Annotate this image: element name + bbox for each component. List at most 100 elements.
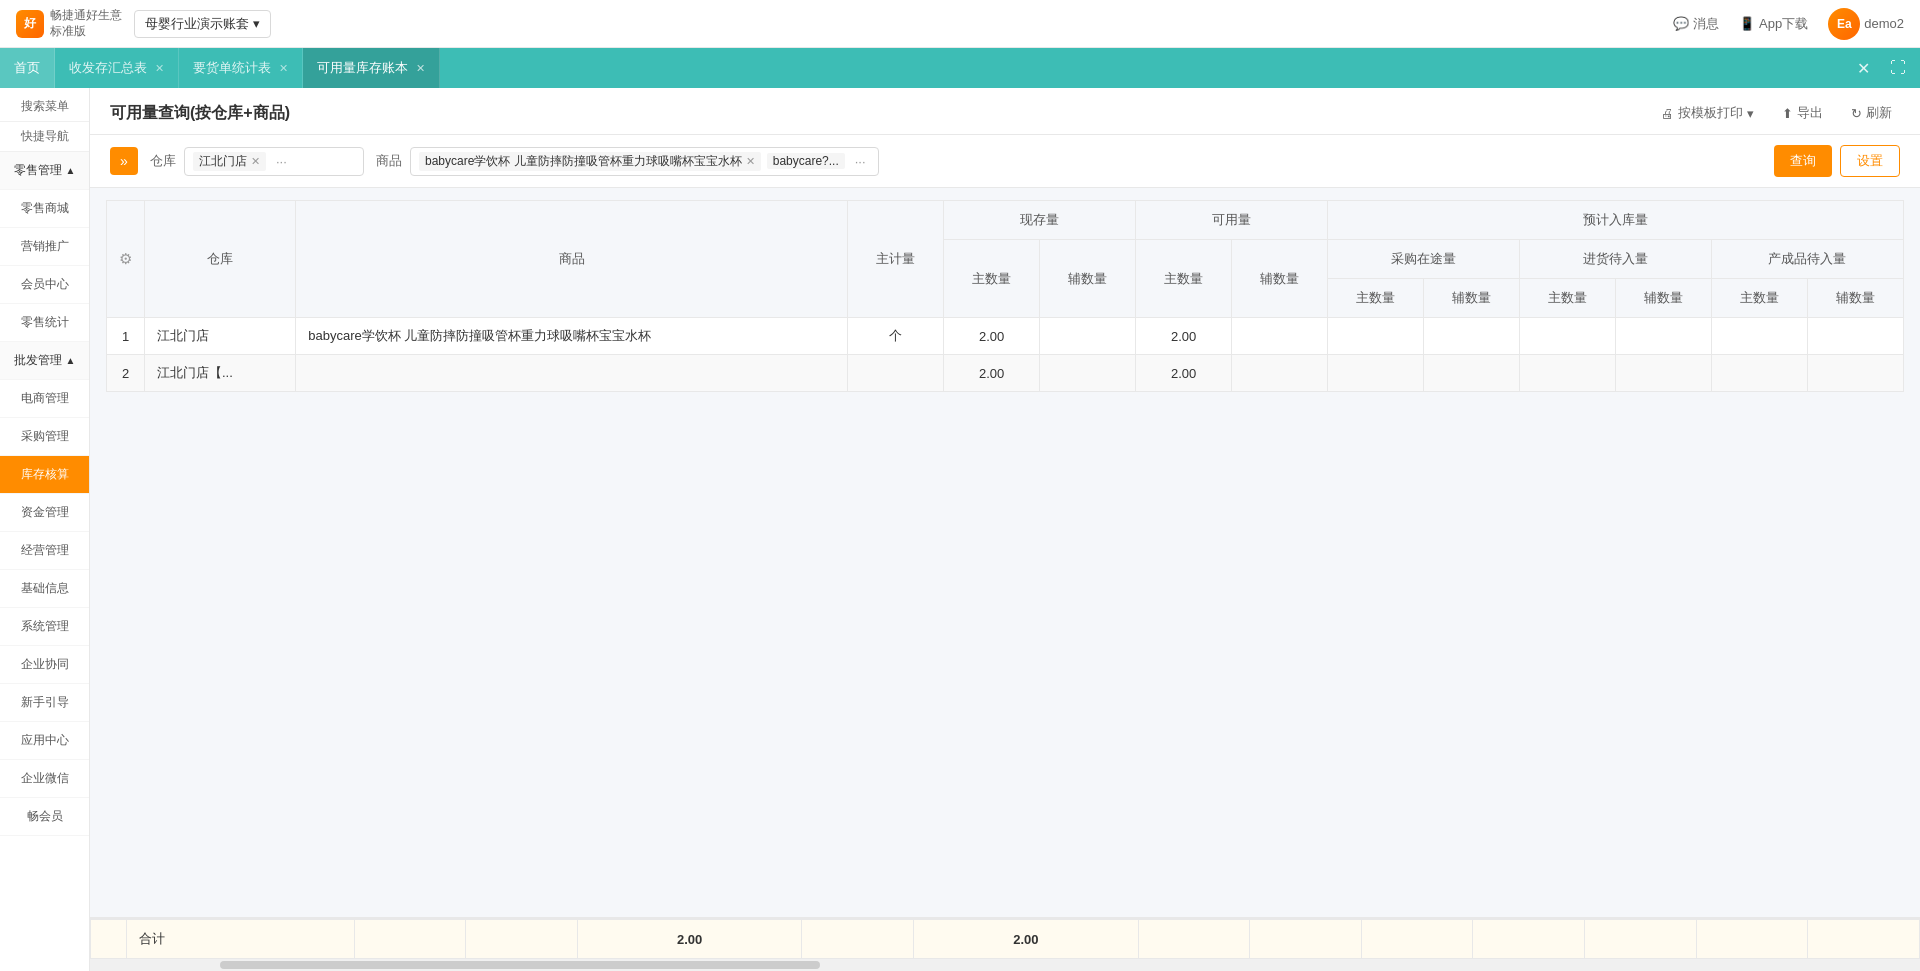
col-incoming-aux: 辅数量	[1615, 279, 1711, 318]
footer-available-aux	[1138, 920, 1250, 959]
col-product-incoming-header: 产成品待入量	[1711, 240, 1903, 279]
table-area[interactable]: ⚙ 仓库 商品 主计量 现存量 可用量 预计入库量 主数量 辅数量 主数量 辅数…	[90, 188, 1920, 917]
page-actions: 🖨 按模板打印 ▾ ⬆ 导出 ↻ 刷新	[1653, 100, 1900, 126]
warehouse-input[interactable]: 江北门店 ✕ ···	[184, 147, 364, 176]
sidebar-item-member-center[interactable]: 会员中心	[0, 266, 89, 304]
tab-close-icon[interactable]: ✕	[279, 62, 288, 75]
footer-empty-1	[91, 920, 127, 959]
top-bar-right: 💬 消息 📱 App下载 Ea demo2	[1673, 8, 1904, 40]
row-current-main: 2.00	[944, 318, 1040, 355]
footer-row: 合计 2.00 2.00	[91, 920, 1920, 959]
sidebar-item-wholesale[interactable]: 批发管理 ▲	[0, 342, 89, 380]
col-available-main: 主数量	[1136, 240, 1232, 318]
settings-button[interactable]: 设置	[1840, 145, 1900, 177]
query-button[interactable]: 查询	[1774, 145, 1832, 177]
row-index: 2	[107, 355, 145, 392]
sidebar-item-inventory[interactable]: 库存核算	[0, 456, 89, 494]
product-label: 商品	[376, 152, 402, 170]
sidebar-item-purchase[interactable]: 采购管理	[0, 418, 89, 456]
expand-icon: ▲	[66, 165, 76, 176]
sidebar-item-operations[interactable]: 经营管理	[0, 532, 89, 570]
sidebar-item-wechat[interactable]: 企业微信	[0, 760, 89, 798]
sidebar-item-marketing[interactable]: 营销推广	[0, 228, 89, 266]
industry-selector[interactable]: 母婴行业演示账套 ▾	[134, 10, 271, 38]
warehouse-label: 仓库	[150, 152, 176, 170]
tab-close-all-icon[interactable]: ✕	[1851, 57, 1876, 80]
sidebar-item-retail-stats[interactable]: 零售统计	[0, 304, 89, 342]
chevron-down-icon: ▾	[253, 16, 260, 31]
filter-expand-button[interactable]: »	[110, 147, 138, 175]
sidebar-item-retail-management[interactable]: 零售管理 ▲	[0, 152, 89, 190]
footer-p3	[1473, 920, 1585, 959]
row-product-incoming-main	[1711, 318, 1807, 355]
more-options-icon[interactable]: ···	[851, 154, 870, 169]
col-product-incoming-main: 主数量	[1711, 279, 1807, 318]
row-warehouse: 江北门店	[145, 318, 296, 355]
row-purchase-main	[1328, 318, 1424, 355]
sidebar-item-ecommerce[interactable]: 电商管理	[0, 380, 89, 418]
sidebar-item-system[interactable]: 系统管理	[0, 608, 89, 646]
sidebar-item-new-guide[interactable]: 新手引导	[0, 684, 89, 722]
top-bar-left: 好 畅捷通好生意 标准版 母婴行业演示账套 ▾	[16, 8, 271, 39]
table-row: 1 江北门店 babycare学饮杯 儿童防摔防撞吸管杯重力球吸嘴杯宝宝水杯 个…	[107, 318, 1904, 355]
tab-available-stock[interactable]: 可用量库存账本 ✕	[303, 48, 440, 88]
col-purchase-aux: 辅数量	[1424, 279, 1520, 318]
row-current-aux	[1040, 355, 1136, 392]
col-warehouse-header: 仓库	[145, 201, 296, 318]
row-product-incoming-aux	[1807, 318, 1903, 355]
row-product-incoming-main	[1711, 355, 1807, 392]
sidebar-search[interactable]: 搜索菜单	[0, 88, 89, 122]
sidebar-item-finance[interactable]: 资金管理	[0, 494, 89, 532]
scrollbar-thumb[interactable]	[220, 961, 820, 969]
app-download-icon: 📱	[1739, 16, 1755, 31]
message-action[interactable]: 💬 消息	[1673, 15, 1719, 33]
product-input[interactable]: babycare学饮杯 儿童防摔防撞吸管杯重力球吸嘴杯宝宝水杯 ✕ babyca…	[410, 147, 879, 176]
content-area: 可用量查询(按仓库+商品) 🖨 按模板打印 ▾ ⬆ 导出 ↻ 刷新	[90, 88, 1920, 971]
sidebar-item-retail-mall[interactable]: 零售商城	[0, 190, 89, 228]
horizontal-scrollbar[interactable]	[90, 959, 1920, 971]
row-available-main: 2.00	[1136, 318, 1232, 355]
data-table: ⚙ 仓库 商品 主计量 现存量 可用量 预计入库量 主数量 辅数量 主数量 辅数…	[106, 200, 1904, 392]
print-button[interactable]: 🖨 按模板打印 ▾	[1653, 100, 1762, 126]
tab-receive-summary[interactable]: 收发存汇总表 ✕	[55, 48, 179, 88]
sidebar-section: 零售管理 ▲ 零售商城 营销推广 会员中心 零售统计 批发管理 ▲ 电商管理	[0, 152, 89, 836]
sidebar-item-app-center[interactable]: 应用中心	[0, 722, 89, 760]
tag-delete-icon[interactable]: ✕	[251, 155, 260, 168]
logo: 好 畅捷通好生意 标准版	[16, 8, 122, 39]
col-product-header: 商品	[296, 201, 848, 318]
more-options-icon[interactable]: ···	[272, 154, 291, 169]
row-purchase-aux	[1424, 355, 1520, 392]
col-forecast-header: 预计入库量	[1328, 201, 1904, 240]
product-tag-1: babycare学饮杯 儿童防摔防撞吸管杯重力球吸嘴杯宝宝水杯 ✕	[419, 152, 761, 171]
warehouse-tag: 江北门店 ✕	[193, 152, 266, 171]
tab-order-stats[interactable]: 要货单统计表 ✕	[179, 48, 303, 88]
export-button[interactable]: ⬆ 导出	[1774, 100, 1831, 126]
product-filter-group: 商品 babycare学饮杯 儿童防摔防撞吸管杯重力球吸嘴杯宝宝水杯 ✕ bab…	[376, 147, 879, 176]
sidebar-item-member[interactable]: 畅会员	[0, 798, 89, 836]
tab-close-icon[interactable]: ✕	[155, 62, 164, 75]
footer-current-aux	[802, 920, 914, 959]
row-product-incoming-aux	[1807, 355, 1903, 392]
export-icon: ⬆	[1782, 106, 1793, 121]
row-purchase-main	[1328, 355, 1424, 392]
tab-close-icon[interactable]: ✕	[416, 62, 425, 75]
user-menu[interactable]: Ea demo2	[1828, 8, 1904, 40]
row-incoming-main	[1520, 318, 1616, 355]
page-title: 可用量查询(按仓库+商品)	[110, 103, 290, 124]
tab-home[interactable]: 首页	[0, 48, 55, 88]
col-unit-header: 主计量	[848, 201, 944, 318]
chevron-down-icon: ▾	[1747, 106, 1754, 121]
row-available-aux	[1232, 318, 1328, 355]
col-current-aux: 辅数量	[1040, 240, 1136, 318]
tab-maximize-icon[interactable]: ⛶	[1884, 57, 1912, 79]
row-product	[296, 355, 848, 392]
sidebar-quick-nav[interactable]: 快捷导航	[0, 122, 89, 152]
app-download-action[interactable]: 📱 App下载	[1739, 15, 1808, 33]
refresh-button[interactable]: ↻ 刷新	[1843, 100, 1900, 126]
sidebar-item-enterprise-collab[interactable]: 企业协同	[0, 646, 89, 684]
sidebar-item-basic-info[interactable]: 基础信息	[0, 570, 89, 608]
tag-delete-icon[interactable]: ✕	[746, 155, 755, 168]
nav-tabs-right: ✕ ⛶	[1851, 48, 1920, 88]
product-tag-2: babycare?...	[767, 153, 845, 169]
table-settings-icon[interactable]: ⚙	[119, 250, 132, 267]
